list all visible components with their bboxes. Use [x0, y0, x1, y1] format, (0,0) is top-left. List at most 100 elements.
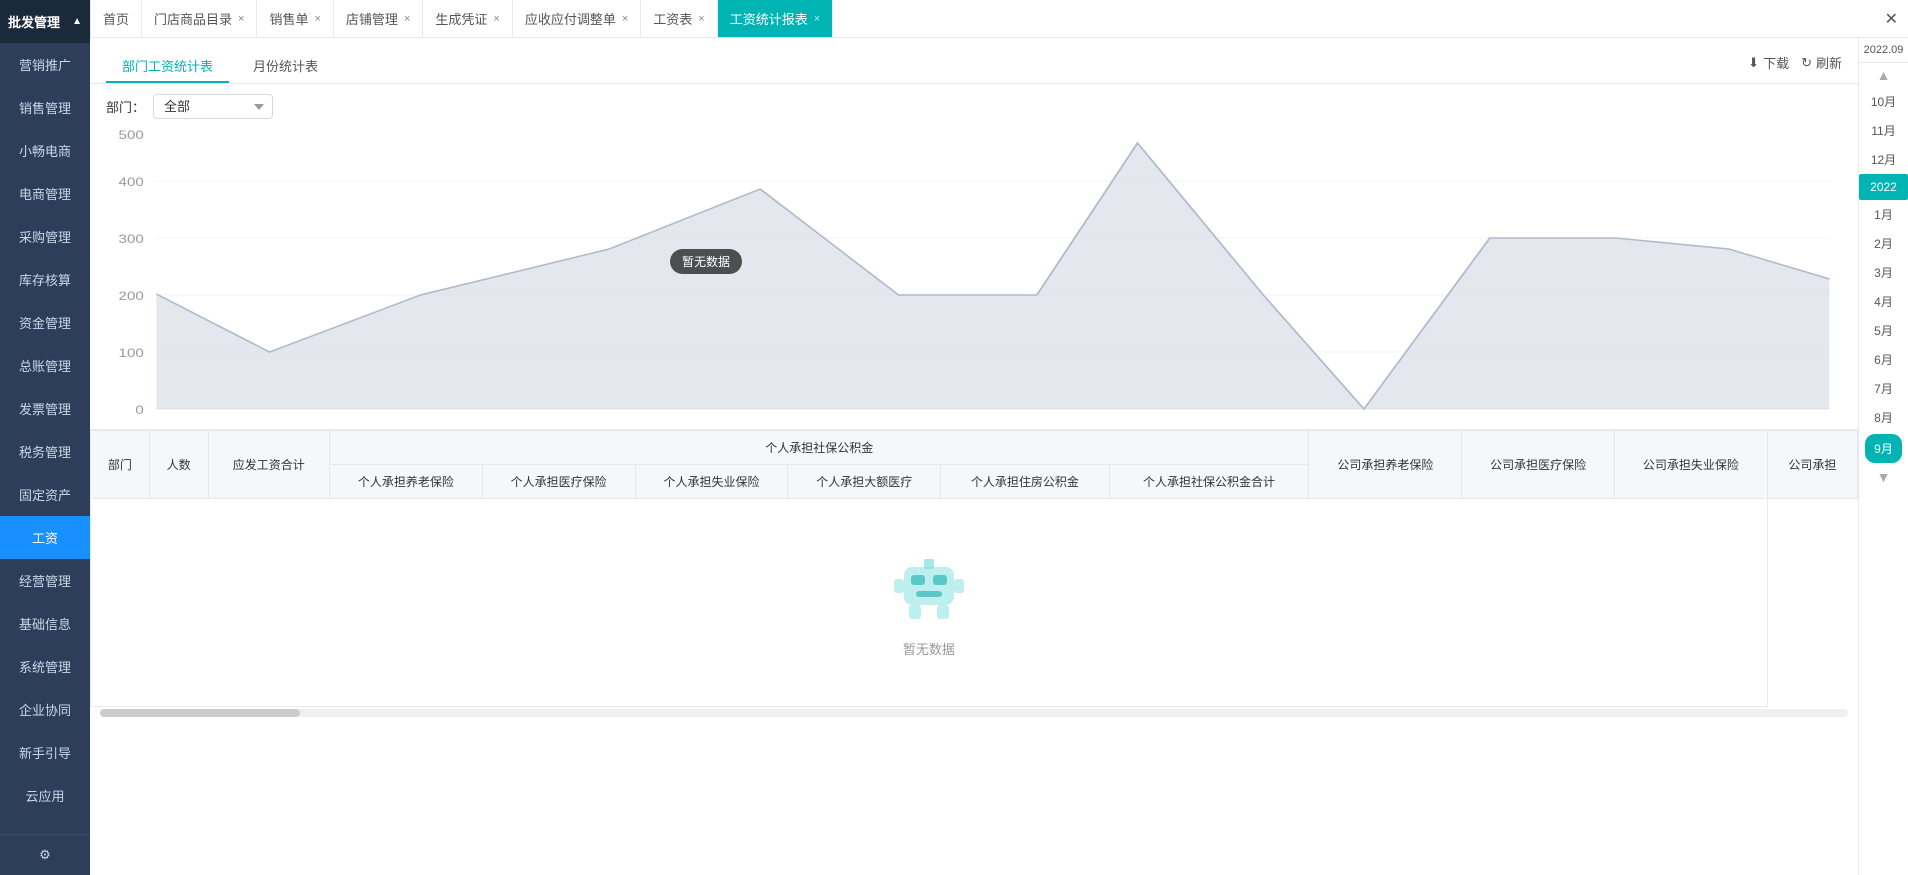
tab-payroll-report-close[interactable]: × — [814, 13, 820, 25]
date-panel: 2022.09 ▲ 10月 11月 12月 2022 1月 2月 3月 4月 5… — [1858, 38, 1908, 875]
date-panel-11[interactable]: 11月 — [1859, 116, 1908, 145]
tab-adjustment-close[interactable]: × — [622, 13, 628, 25]
date-panel-12[interactable]: 12月 — [1859, 145, 1908, 174]
date-panel-3[interactable]: 3月 — [1859, 258, 1908, 287]
area-chart: 0 100 200 300 400 500 — [106, 129, 1842, 419]
sidebar-item-invoice[interactable]: 发票管理 — [0, 387, 90, 430]
date-panel-7[interactable]: 7月 — [1859, 374, 1908, 403]
date-panel-9[interactable]: 9月 — [1865, 434, 1902, 463]
th-total: 应发工资合计 — [208, 431, 329, 499]
tab-voucher-label: 生成凭证 — [435, 9, 487, 28]
sidebar-item-tax[interactable]: 税务管理 — [0, 430, 90, 473]
sub-tab-dept-label: 部门工资统计表 — [122, 59, 213, 74]
tab-sales-order-label: 销售单 — [269, 9, 308, 28]
data-table-container[interactable]: 部门 人数 应发工资合计 个人承担社保公积金 公司承担养老保险 公司承担医疗保险… — [90, 429, 1858, 875]
sidebar-item-enterprise[interactable]: 企业协同 — [0, 688, 90, 731]
th-per-unemployment: 个人承担失业保险 — [635, 465, 788, 499]
tab-voucher-close[interactable]: × — [493, 13, 499, 25]
tab-home[interactable]: 首页 — [90, 0, 142, 37]
sidebar-item-guide[interactable]: 新手引导 — [0, 731, 90, 774]
tab-payroll-report-label: 工资统计报表 — [730, 9, 808, 28]
filter-toolbar: 部门： 全部 部门A 部门B — [90, 84, 1858, 129]
sidebar-item-marketing[interactable]: 营销推广 — [0, 43, 90, 86]
download-label: 下载 — [1763, 53, 1789, 72]
date-panel-6[interactable]: 6月 — [1859, 345, 1908, 374]
tab-store-mgmt-label: 店铺管理 — [346, 9, 398, 28]
svg-text:100: 100 — [119, 346, 145, 359]
tab-sales-order-close[interactable]: × — [314, 13, 320, 25]
th-dept: 部门 — [91, 431, 150, 499]
sidebar-item-system[interactable]: 系统管理 — [0, 645, 90, 688]
sidebar-item-ecommerce[interactable]: 电商管理 — [0, 172, 90, 215]
svg-text:500: 500 — [119, 129, 145, 142]
tab-payroll-label: 工资表 — [653, 9, 692, 28]
download-icon: ⬇ — [1748, 55, 1759, 71]
sidebar-item-assets[interactable]: 固定资产 — [0, 473, 90, 516]
sidebar-item-purchase[interactable]: 采购管理 — [0, 215, 90, 258]
sidebar-item-cloud[interactable]: 云应用 — [0, 774, 90, 817]
sub-tab-dept[interactable]: 部门工资统计表 — [106, 50, 229, 83]
date-panel-down-arrow[interactable]: ▼ — [1859, 465, 1908, 489]
tab-store-catalog[interactable]: 门店商品目录 × — [142, 0, 257, 37]
settings-button[interactable]: ⚙ — [0, 834, 90, 875]
sidebar-item-ledger[interactable]: 总账管理 — [0, 344, 90, 387]
date-panel-8[interactable]: 8月 — [1859, 403, 1908, 432]
date-panel-5[interactable]: 5月 — [1859, 316, 1908, 345]
dept-filter-label: 部门： — [106, 97, 145, 116]
payroll-table: 部门 人数 应发工资合计 个人承担社保公积金 公司承担养老保险 公司承担医疗保险… — [90, 430, 1858, 707]
tab-store-mgmt[interactable]: 店铺管理 × — [334, 0, 423, 37]
date-panel-year-label: 2022.09 — [1859, 38, 1908, 63]
sidebar-item-ecommerce-small[interactable]: 小畅电商 — [0, 129, 90, 172]
sidebar-header[interactable]: 批发管理 ▲ — [0, 0, 90, 43]
th-count: 人数 — [149, 431, 208, 499]
date-panel-2022[interactable]: 2022 — [1859, 174, 1908, 200]
tab-adjustment-label: 应收应付调整单 — [525, 9, 616, 28]
tab-sales-order[interactable]: 销售单 × — [257, 0, 333, 37]
horizontal-scrollbar[interactable] — [100, 709, 300, 717]
date-panel-1[interactable]: 1月 — [1859, 200, 1908, 229]
th-per-housing: 个人承担住房公积金 — [941, 465, 1109, 499]
sidebar-item-inventory[interactable]: 库存核算 — [0, 258, 90, 301]
svg-text:0: 0 — [135, 403, 144, 416]
tab-close-area[interactable]: ✕ — [1875, 9, 1908, 29]
refresh-icon: ↻ — [1801, 55, 1812, 71]
sidebar-item-sales[interactable]: 销售管理 — [0, 86, 90, 129]
tab-payroll-report[interactable]: 工资统计报表 × — [718, 0, 833, 37]
sidebar-item-basics[interactable]: 基础信息 — [0, 602, 90, 645]
th-co-medical: 公司承担医疗保险 — [1462, 431, 1615, 499]
content-area: 部门工资统计表 月份统计表 ⬇ 下载 ↻ 刷新 — [90, 38, 1908, 875]
sub-tab-month[interactable]: 月份统计表 — [237, 50, 334, 83]
date-panel-10[interactable]: 10月 — [1859, 87, 1908, 116]
settings-icon: ⚙ — [39, 847, 51, 862]
th-per-total: 个人承担社保公积金合计 — [1109, 465, 1309, 499]
tab-adjustment[interactable]: 应收应付调整单 × — [513, 0, 641, 37]
date-panel-4[interactable]: 4月 — [1859, 287, 1908, 316]
date-panel-2[interactable]: 2月 — [1859, 229, 1908, 258]
chart-area: 0 100 200 300 400 500 — [90, 129, 1858, 429]
sidebar-item-payroll[interactable]: 工资 — [0, 516, 90, 559]
tab-voucher[interactable]: 生成凭证 × — [423, 0, 512, 37]
sidebar-item-finance[interactable]: 资金管理 — [0, 301, 90, 344]
toolbar-actions: ⬇ 下载 ↻ 刷新 — [1748, 53, 1842, 80]
svg-text:200: 200 — [119, 289, 145, 302]
tab-payroll-close[interactable]: × — [698, 13, 704, 25]
page-content: 部门工资统计表 月份统计表 ⬇ 下载 ↻ 刷新 — [90, 38, 1858, 875]
sidebar-header-label: 批发管理 — [8, 12, 60, 31]
download-button[interactable]: ⬇ 下载 — [1748, 53, 1789, 72]
th-co-unemployment: 公司承担失业保险 — [1615, 431, 1768, 499]
sub-tabs-bar: 部门工资统计表 月份统计表 ⬇ 下载 ↻ 刷新 — [90, 38, 1858, 84]
refresh-button[interactable]: ↻ 刷新 — [1801, 53, 1842, 72]
tab-payroll[interactable]: 工资表 × — [641, 0, 717, 37]
sidebar-item-operations[interactable]: 经营管理 — [0, 559, 90, 602]
tab-store-mgmt-close[interactable]: × — [404, 13, 410, 25]
date-panel-up-arrow[interactable]: ▲ — [1859, 63, 1908, 87]
th-per-major-medical: 个人承担大额医疗 — [788, 465, 941, 499]
dept-select[interactable]: 全部 部门A 部门B — [153, 94, 273, 119]
th-per-pension: 个人承担养老保险 — [329, 465, 482, 499]
chart-tooltip: 暂无数据 — [670, 249, 742, 274]
th-co-other: 公司承担 — [1767, 431, 1857, 499]
th-co-pension: 公司承担养老保险 — [1309, 431, 1462, 499]
tab-store-catalog-close[interactable]: × — [238, 13, 244, 25]
empty-icon — [889, 547, 969, 627]
refresh-label: 刷新 — [1816, 53, 1842, 72]
